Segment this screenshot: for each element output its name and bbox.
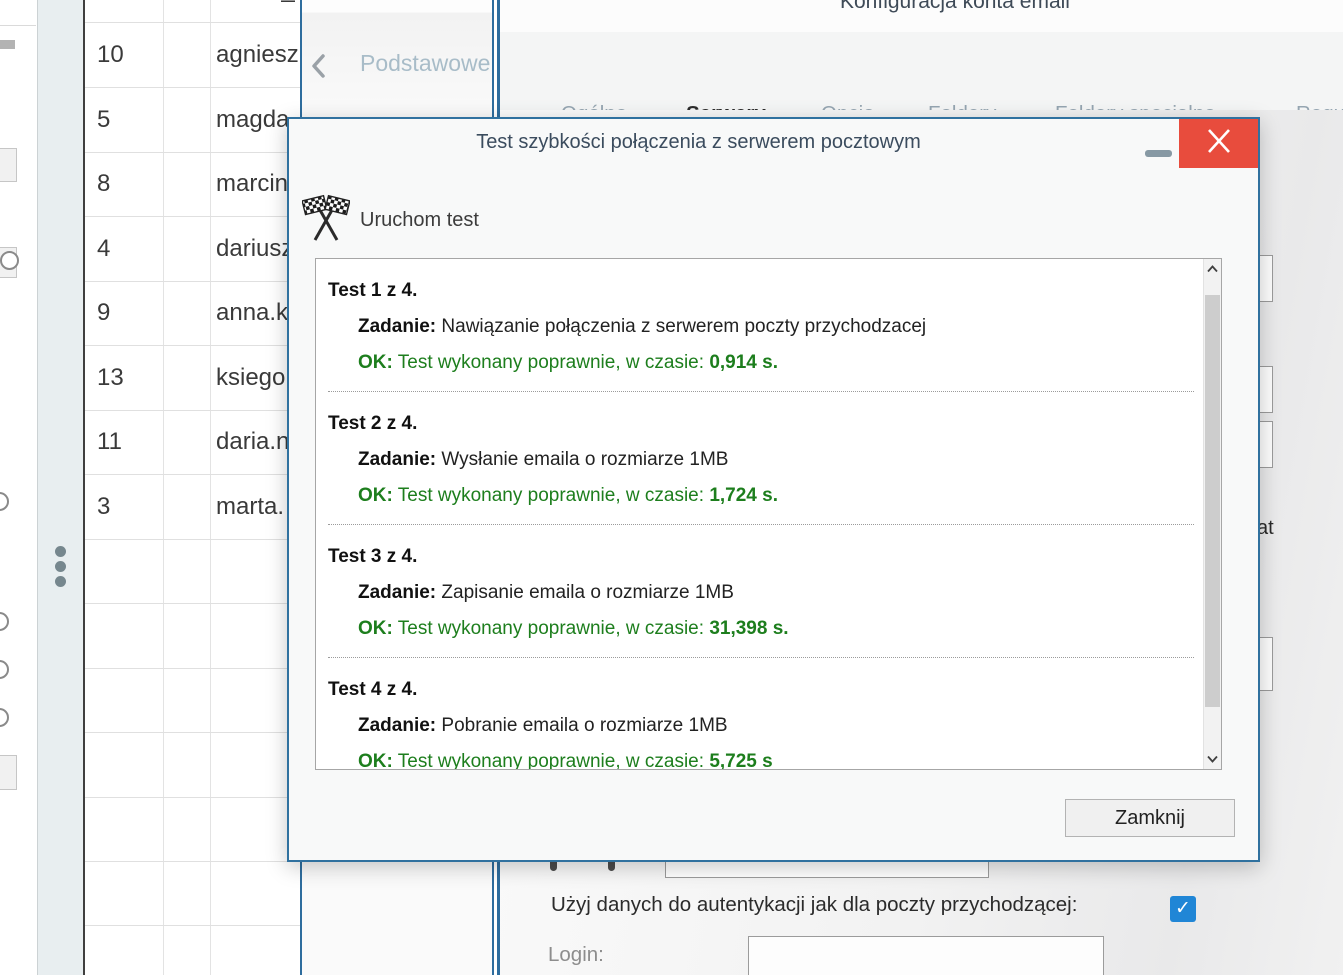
dialog-title: Test szybkości połączenia z serwerem poc… xyxy=(476,131,921,153)
test-time: 31,398 s. xyxy=(709,618,789,639)
close-button[interactable] xyxy=(1179,119,1258,168)
test-heading: Test 2 z 4. xyxy=(328,413,418,434)
scrollbar-thumb[interactable] xyxy=(1205,295,1220,707)
test-result-2: Test 2 z 4. Zadanie: Wysłanie emaila o r… xyxy=(328,400,1196,525)
test-time: 5,725 s xyxy=(709,751,773,769)
scroll-up-button[interactable] xyxy=(1204,259,1221,279)
test-ok-line: OK: Test wykonany poprawnie, w czasie: 5… xyxy=(328,744,1196,769)
task-label: Zadanie: xyxy=(358,582,437,603)
test-task-line: Zadanie: Wysłanie emaila o rozmiarze 1MB xyxy=(358,449,729,470)
clipped-field xyxy=(0,148,17,182)
drag-handle-dot[interactable] xyxy=(55,576,66,587)
screen: 2 admin_e 10 agnieszk 5 magda 8 marcin 4… xyxy=(0,0,1343,975)
test-time: 0,914 s. xyxy=(709,352,778,373)
users-table: 2 admin_e 10 agnieszk 5 magda 8 marcin 4… xyxy=(85,0,300,975)
radio-icon xyxy=(0,492,9,511)
test-heading: Test 1 z 4. xyxy=(328,280,418,301)
table-row[interactable]: 5 magda xyxy=(85,88,300,153)
clipped-field xyxy=(0,755,17,790)
test-results-box: Test 1 z 4. Zadanie: Nawiązanie połączen… xyxy=(315,258,1222,770)
run-test-label: Uruchom test xyxy=(360,208,479,231)
test-result-4: Test 4 z 4. Zadanie: Pobranie emaila o r… xyxy=(328,666,1196,769)
login-label: Login: xyxy=(548,943,604,966)
table-row[interactable]: 9 anna.k xyxy=(85,281,300,346)
auth-checkbox-label: Użyj danych do autentykacji jak dla pocz… xyxy=(551,893,1078,916)
ok-label: OK: xyxy=(358,485,393,506)
table-row-empty xyxy=(85,733,300,798)
divider xyxy=(0,25,36,26)
table-row-empty xyxy=(85,797,300,862)
table-row[interactable]: 4 dariusz xyxy=(85,217,300,282)
ok-label: OK: xyxy=(358,751,393,769)
table-row[interactable]: 13 ksiego xyxy=(85,346,300,411)
speed-test-dialog: Test szybkości połączenia z serwerem poc… xyxy=(287,117,1260,862)
radio-icon xyxy=(0,660,9,679)
test-heading: Test 4 z 4. xyxy=(328,679,418,700)
test-task-line: Zadanie: Zapisanie emaila o rozmiarze 1M… xyxy=(358,582,734,603)
run-test-button[interactable]: Uruchom test xyxy=(301,194,479,247)
test-heading: Test 3 z 4. xyxy=(328,546,418,567)
radio-icon xyxy=(0,612,9,631)
clipped-text-fragment xyxy=(608,862,615,871)
test-result-3: Test 3 z 4. Zadanie: Zapisanie emaila o … xyxy=(328,533,1196,658)
dotted-divider xyxy=(328,524,1194,525)
radio-icon xyxy=(0,251,19,270)
table-row[interactable]: 11 daria.n xyxy=(85,410,300,475)
dotted-divider xyxy=(328,657,1194,658)
task-label: Zadanie: xyxy=(358,316,437,337)
table-row[interactable]: 2 admin_e xyxy=(85,0,300,23)
table-row[interactable]: 10 agnieszk xyxy=(85,23,300,88)
results-scrollbar xyxy=(1203,259,1221,769)
dotted-divider xyxy=(328,391,1194,392)
panel-title: Podstawowe xyxy=(360,50,491,76)
test-ok-line: OK: Test wykonany poprawnie, w czasie: 0… xyxy=(358,352,778,373)
table-row[interactable]: 3 marta. xyxy=(85,475,300,540)
drag-handle-dot[interactable] xyxy=(55,561,66,572)
table-row-empty xyxy=(85,861,300,926)
clipped-text-fragment xyxy=(550,862,557,871)
tab-bar: Ogólne Serwery Opcje Foldery Foldery spe… xyxy=(500,32,1343,140)
test-time: 1,724 s. xyxy=(709,485,778,506)
scroll-down-button[interactable] xyxy=(1204,749,1221,769)
table-row-empty xyxy=(85,926,300,975)
test-ok-line: OK: Test wykonany poprawnie, w czasie: 3… xyxy=(358,618,789,639)
test-ok-line: OK: Test wykonany poprawnie, w czasie: 1… xyxy=(358,485,778,506)
task-label: Zadanie: xyxy=(358,715,437,736)
back-chevron-icon[interactable] xyxy=(308,52,330,85)
test-task-line: Zadanie: Nawiązanie połączenia z serwere… xyxy=(358,316,927,337)
ok-label: OK: xyxy=(358,618,393,639)
podstawowe-panel-header: Podstawowe xyxy=(302,0,492,119)
splitter-strip xyxy=(37,0,84,975)
test-results-content: Test 1 z 4. Zadanie: Nawiązanie połączen… xyxy=(316,259,1204,769)
table-row-empty xyxy=(85,604,300,669)
window-titlebar: Konfiguracja konta email xyxy=(500,0,1343,32)
table-row-empty xyxy=(85,539,300,604)
radio-icon xyxy=(0,708,9,727)
window-title: Konfiguracja konta email xyxy=(840,0,1070,13)
login-input[interactable] xyxy=(748,936,1104,975)
minimize-button[interactable] xyxy=(1145,150,1172,157)
auth-same-checkbox[interactable]: ✓ xyxy=(1170,896,1196,922)
zamknij-button[interactable]: Zamknij xyxy=(1065,799,1235,837)
checkered-flags-icon xyxy=(301,194,351,247)
test-result-1: Test 1 z 4. Zadanie: Nawiązanie połączen… xyxy=(328,267,1196,392)
close-icon xyxy=(1205,128,1233,159)
table-row-empty xyxy=(85,668,300,733)
clipped-widget xyxy=(0,40,15,49)
table-row[interactable]: 8 marcin xyxy=(85,152,300,217)
task-label: Zadanie: xyxy=(358,449,437,470)
test-task-line: Zadanie: Pobranie emaila o rozmiarze 1MB xyxy=(358,715,728,736)
drag-handle-dot[interactable] xyxy=(55,546,66,557)
ok-label: OK: xyxy=(358,352,393,373)
